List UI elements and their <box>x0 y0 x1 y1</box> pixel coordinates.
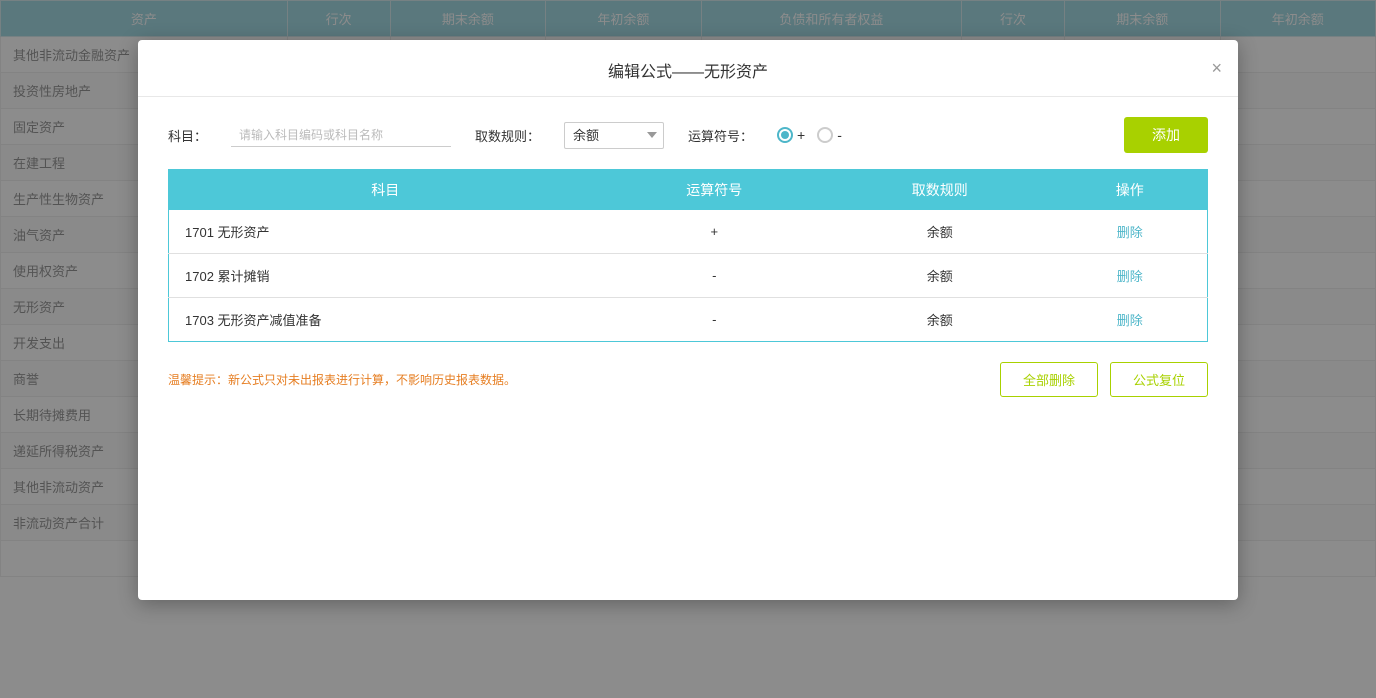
delete-row-link[interactable]: 删除 <box>1117 225 1143 240</box>
operator-plus-radio[interactable]: + <box>777 127 805 143</box>
operator-minus-label: - <box>837 127 842 143</box>
reset-formula-button[interactable]: 公式复位 <box>1110 362 1208 397</box>
th-rule: 取数规则 <box>827 170 1052 211</box>
radio-minus-indicator <box>817 127 833 143</box>
table-header-row: 科目 运算符号 取数规则 操作 <box>169 170 1208 211</box>
table-row: 1702 累计摊销-余额 删除 <box>169 254 1208 298</box>
formula-table: 科目 运算符号 取数规则 操作 1701 无形资产+余额删除1702 累计摊销-… <box>168 169 1208 342</box>
cell-operator: + <box>602 210 827 254</box>
cell-rule: 余额 <box>827 254 1052 298</box>
cell-rule: 余额 <box>827 298 1052 342</box>
formula-table-wrapper: 科目 运算符号 取数规则 操作 1701 无形资产+余额删除1702 累计摊销-… <box>138 169 1238 342</box>
modal-footer: 温馨提示：新公式只对未出报表进行计算，不影响历史报表数据。 全部删除 公式复位 <box>138 342 1238 407</box>
delete-row-link[interactable]: 删除 <box>1117 269 1143 284</box>
th-subject: 科目 <box>169 170 602 211</box>
footer-buttons: 全部删除 公式复位 <box>1000 362 1208 397</box>
cell-rule: 余额 <box>827 210 1052 254</box>
cell-subject: 1702 累计摊销 <box>169 254 602 298</box>
subject-input[interactable] <box>231 123 451 147</box>
cell-subject: 1701 无形资产 <box>169 210 602 254</box>
rule-select[interactable]: 余额 借方发生额 贷方发生额 期初余额 <box>564 122 664 149</box>
table-row: 1701 无形资产+余额 删除 <box>169 210 1208 254</box>
edit-formula-modal: 编辑公式——无形资产 × 科目： 取数规则： 余额 借方发生额 贷方发生额 期初… <box>138 40 1238 600</box>
cell-subject: 1703 无形资产减值准备 <box>169 298 602 342</box>
modal-overlay: 编辑公式——无形资产 × 科目： 取数规则： 余额 借方发生额 贷方发生额 期初… <box>0 0 1376 698</box>
cell-operator: - <box>602 298 827 342</box>
delete-all-button[interactable]: 全部删除 <box>1000 362 1098 397</box>
operator-plus-label: + <box>797 127 805 143</box>
form-row: 科目： 取数规则： 余额 借方发生额 贷方发生额 期初余额 运算符号： + <box>138 97 1238 169</box>
subject-label: 科目： <box>168 126 207 145</box>
th-action: 操作 <box>1052 170 1207 211</box>
operator-label: 运算符号： <box>688 126 753 145</box>
radio-plus-indicator <box>777 127 793 143</box>
th-operator: 运算符号 <box>602 170 827 211</box>
add-button[interactable]: 添加 <box>1124 117 1208 153</box>
cell-operator: - <box>602 254 827 298</box>
rule-select-wrapper: 余额 借方发生额 贷方发生额 期初余额 <box>564 122 664 149</box>
modal-close-button[interactable]: × <box>1211 59 1222 77</box>
operator-radio-group: + - <box>777 127 842 143</box>
footer-tip: 温馨提示：新公式只对未出报表进行计算，不影响历史报表数据。 <box>168 371 516 388</box>
rule-label: 取数规则： <box>475 126 540 145</box>
table-row: 1703 无形资产减值准备-余额 删除 <box>169 298 1208 342</box>
operator-minus-radio[interactable]: - <box>817 127 842 143</box>
modal-title: 编辑公式——无形资产 <box>608 58 768 82</box>
delete-row-link[interactable]: 删除 <box>1117 313 1143 328</box>
modal-header: 编辑公式——无形资产 × <box>138 40 1238 97</box>
